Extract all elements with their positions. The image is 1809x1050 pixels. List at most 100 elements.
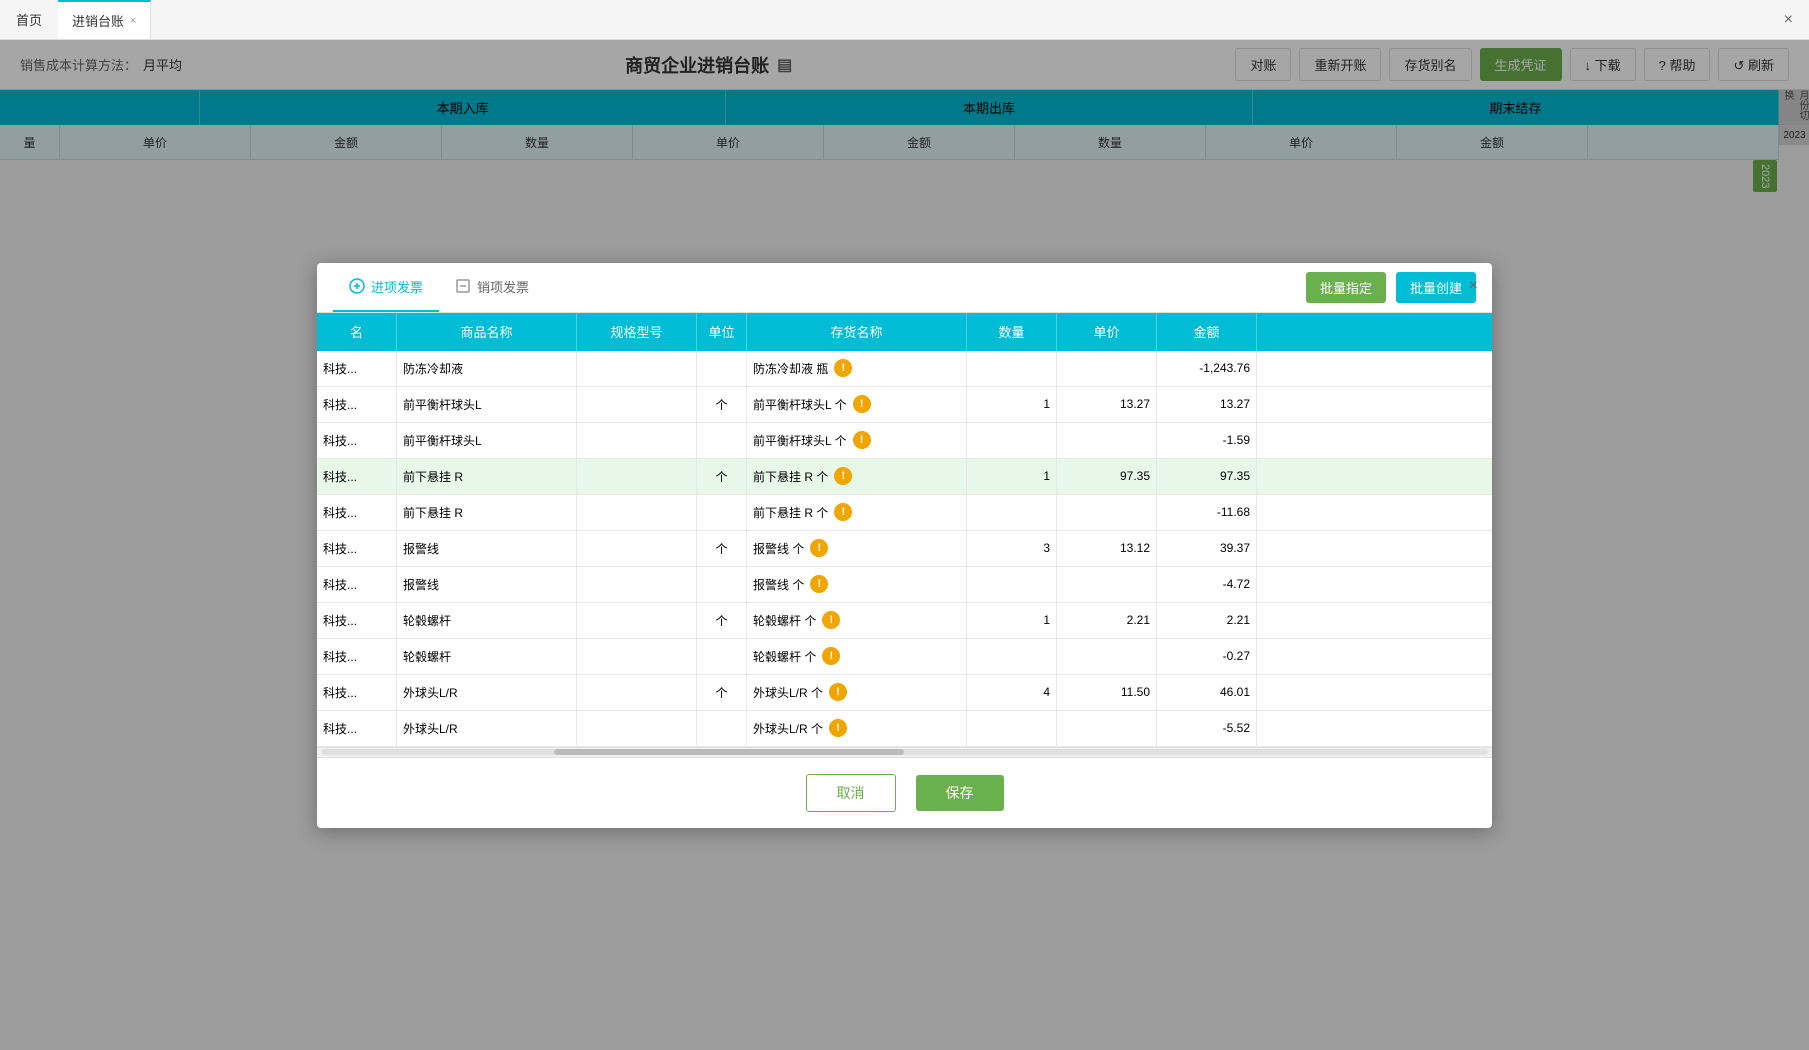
table-row[interactable]: 科技... 轮毂螺杆 轮毂螺杆 个 ! -0.27 [317, 639, 1492, 675]
cell-qty [967, 567, 1057, 602]
cell-inventory: 前下悬挂 R 个 ! [747, 459, 967, 494]
cell-name: 科技... [317, 675, 397, 710]
table-row[interactable]: 科技... 前平衡杆球头L 个 前平衡杆球头L 个 ! 1 13.27 13.2… [317, 387, 1492, 423]
scrollbar-track[interactable] [321, 749, 1488, 755]
cell-name: 科技... [317, 459, 397, 494]
cell-price [1057, 423, 1157, 458]
tab-close-icon[interactable]: × [130, 15, 136, 27]
table-row[interactable]: 科技... 前平衡杆球头L 前平衡杆球头L 个 ! -1.59 [317, 423, 1492, 459]
cell-product: 外球头L/R [397, 711, 577, 746]
modal-header: 进项发票 销项发票 批量指定 批量创建 × [317, 263, 1492, 313]
modal-table-body: 科技... 防冻冷却液 防冻冷却液 瓶 ! -1,243.76 科技... 前平… [317, 351, 1492, 747]
cell-inventory: 外球头L/R 个 ! [747, 711, 967, 746]
cell-unit: 个 [697, 459, 747, 494]
cell-price [1057, 351, 1157, 386]
cell-spec [577, 495, 697, 530]
table-row[interactable]: 科技... 轮毂螺杆 个 轮毂螺杆 个 ! 1 2.21 2.21 [317, 603, 1492, 639]
modal-header-actions: 批量指定 批量创建 [1306, 272, 1476, 303]
col-header-quantity: 数量 [967, 313, 1057, 351]
cell-qty [967, 711, 1057, 746]
cell-unit [697, 351, 747, 386]
cell-amount: 2.21 [1157, 603, 1257, 638]
modal-overlay: 进项发票 销项发票 批量指定 批量创建 × 名 [0, 40, 1809, 1050]
cell-spec [577, 603, 697, 638]
cell-inventory: 防冻冷却液 瓶 ! [747, 351, 967, 386]
table-row[interactable]: 科技... 外球头L/R 个 外球头L/R 个 ! 4 11.50 46.01 [317, 675, 1492, 711]
cell-amount: -5.52 [1157, 711, 1257, 746]
cell-inventory: 轮毂螺杆 个 ! [747, 639, 967, 674]
save-button[interactable]: 保存 [916, 775, 1004, 811]
window-close-icon: × [1784, 11, 1793, 29]
cell-amount: 97.35 [1157, 459, 1257, 494]
cell-product: 前下悬挂 R [397, 459, 577, 494]
table-row[interactable]: 科技... 前下悬挂 R 前下悬挂 R 个 ! -11.68 [317, 495, 1492, 531]
top-bar: 首页 进销台账 × × [0, 0, 1809, 40]
col-header-inventory: 存货名称 [747, 313, 967, 351]
cell-price: 11.50 [1057, 675, 1157, 710]
cell-product: 前下悬挂 R [397, 495, 577, 530]
table-row[interactable]: 科技... 外球头L/R 外球头L/R 个 ! -5.52 [317, 711, 1492, 747]
cell-qty: 3 [967, 531, 1057, 566]
cell-spec [577, 387, 697, 422]
cell-name: 科技... [317, 423, 397, 458]
batch-create-button[interactable]: 批量创建 [1396, 272, 1476, 303]
col-header-spec: 规格型号 [577, 313, 697, 351]
cell-inventory: 前下悬挂 R 个 ! [747, 495, 967, 530]
cell-qty: 1 [967, 387, 1057, 422]
col-header-price: 单价 [1057, 313, 1157, 351]
tab-outgoing-label: 销项发票 [477, 277, 529, 296]
incoming-tab-icon [349, 278, 365, 294]
cell-amount: 46.01 [1157, 675, 1257, 710]
cell-unit [697, 495, 747, 530]
col-header-unit: 单位 [697, 313, 747, 351]
tab-incoming-invoice[interactable]: 进项发票 [333, 262, 439, 312]
modal-scrollbar[interactable] [317, 747, 1492, 757]
cell-product: 轮毂螺杆 [397, 639, 577, 674]
cell-qty [967, 495, 1057, 530]
cell-inventory: 报警线 个 ! [747, 531, 967, 566]
cell-qty [967, 351, 1057, 386]
table-row[interactable]: 科技... 报警线 报警线 个 ! -4.72 [317, 567, 1492, 603]
cell-inventory: 前平衡杆球头L 个 ! [747, 423, 967, 458]
cell-unit: 个 [697, 387, 747, 422]
table-row[interactable]: 科技... 防冻冷却液 防冻冷却液 瓶 ! -1,243.76 [317, 351, 1492, 387]
home-tab[interactable]: 首页 [0, 0, 58, 39]
cell-unit [697, 711, 747, 746]
cell-product: 防冻冷却液 [397, 351, 577, 386]
cell-amount: -1.59 [1157, 423, 1257, 458]
window-close-button[interactable]: × [1768, 0, 1809, 39]
home-label: 首页 [16, 10, 42, 29]
warning-icon: ! [834, 359, 852, 377]
cell-unit [697, 423, 747, 458]
cell-name: 科技... [317, 531, 397, 566]
inventory-name: 前平衡杆球头L 个 [753, 432, 847, 449]
cell-inventory: 报警线 个 ! [747, 567, 967, 602]
cell-product: 报警线 [397, 567, 577, 602]
cell-unit [697, 567, 747, 602]
cancel-button[interactable]: 取消 [806, 774, 896, 812]
cell-amount: 39.37 [1157, 531, 1257, 566]
active-tab[interactable]: 进销台账 × [58, 0, 151, 39]
cell-spec [577, 639, 697, 674]
cell-qty: 1 [967, 603, 1057, 638]
table-row[interactable]: 科技... 前下悬挂 R 个 前下悬挂 R 个 ! 1 97.35 97.35 [317, 459, 1492, 495]
cell-amount: -1,243.76 [1157, 351, 1257, 386]
col-header-product: 商品名称 [397, 313, 577, 351]
cell-price [1057, 711, 1157, 746]
cell-inventory: 前平衡杆球头L 个 ! [747, 387, 967, 422]
cell-spec [577, 423, 697, 458]
cell-unit: 个 [697, 675, 747, 710]
cell-price [1057, 567, 1157, 602]
batch-assign-button[interactable]: 批量指定 [1306, 272, 1386, 303]
cell-name: 科技... [317, 603, 397, 638]
modal-close-button[interactable]: × [1469, 277, 1478, 295]
scrollbar-thumb[interactable] [554, 749, 904, 755]
cell-amount: -0.27 [1157, 639, 1257, 674]
cell-unit: 个 [697, 531, 747, 566]
modal-table: 名 商品名称 规格型号 单位 存货名称 数量 单价 金额 科技... 防冻冷却液… [317, 313, 1492, 747]
cell-amount: -4.72 [1157, 567, 1257, 602]
tab-outgoing-invoice[interactable]: 销项发票 [439, 262, 545, 312]
warning-icon: ! [810, 575, 828, 593]
table-row[interactable]: 科技... 报警线 个 报警线 个 ! 3 13.12 39.37 [317, 531, 1492, 567]
col-header-amount: 金额 [1157, 313, 1257, 351]
